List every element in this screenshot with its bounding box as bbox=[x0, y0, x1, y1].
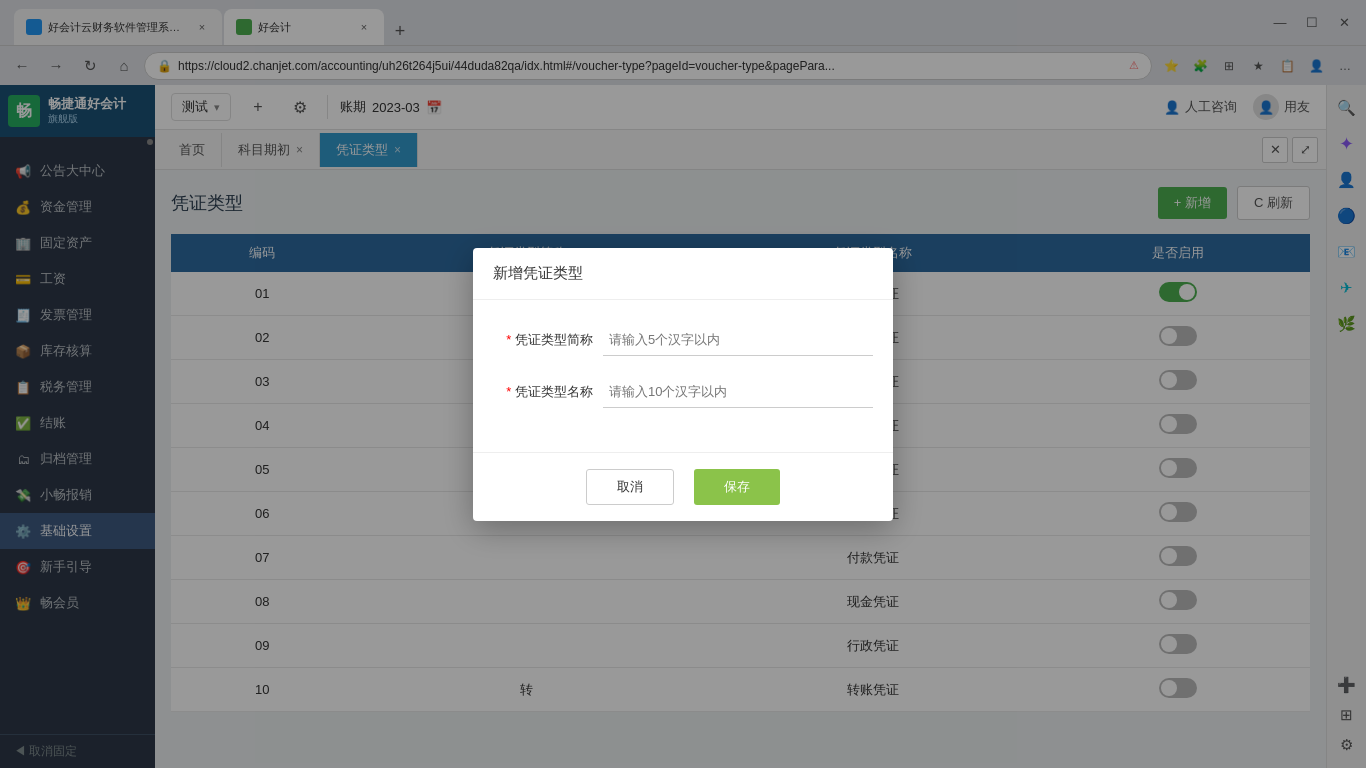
modal-overlay: 新增凭证类型 凭证类型简称 凭证类型名称 取消 保存 bbox=[0, 0, 1366, 768]
name-label: 凭证类型名称 bbox=[493, 383, 603, 401]
name-input[interactable] bbox=[603, 376, 873, 408]
cancel-button[interactable]: 取消 bbox=[586, 469, 674, 505]
modal-header: 新增凭证类型 bbox=[473, 248, 893, 300]
save-button[interactable]: 保存 bbox=[694, 469, 780, 505]
modal-title: 新增凭证类型 bbox=[493, 264, 583, 281]
form-row-name: 凭证类型名称 bbox=[493, 376, 873, 408]
modal-footer: 取消 保存 bbox=[473, 452, 893, 521]
abbr-input[interactable] bbox=[603, 324, 873, 356]
abbr-label: 凭证类型简称 bbox=[493, 331, 603, 349]
modal-body: 凭证类型简称 凭证类型名称 bbox=[473, 300, 893, 452]
form-row-abbr: 凭证类型简称 bbox=[493, 324, 873, 356]
add-voucher-type-modal: 新增凭证类型 凭证类型简称 凭证类型名称 取消 保存 bbox=[473, 248, 893, 521]
